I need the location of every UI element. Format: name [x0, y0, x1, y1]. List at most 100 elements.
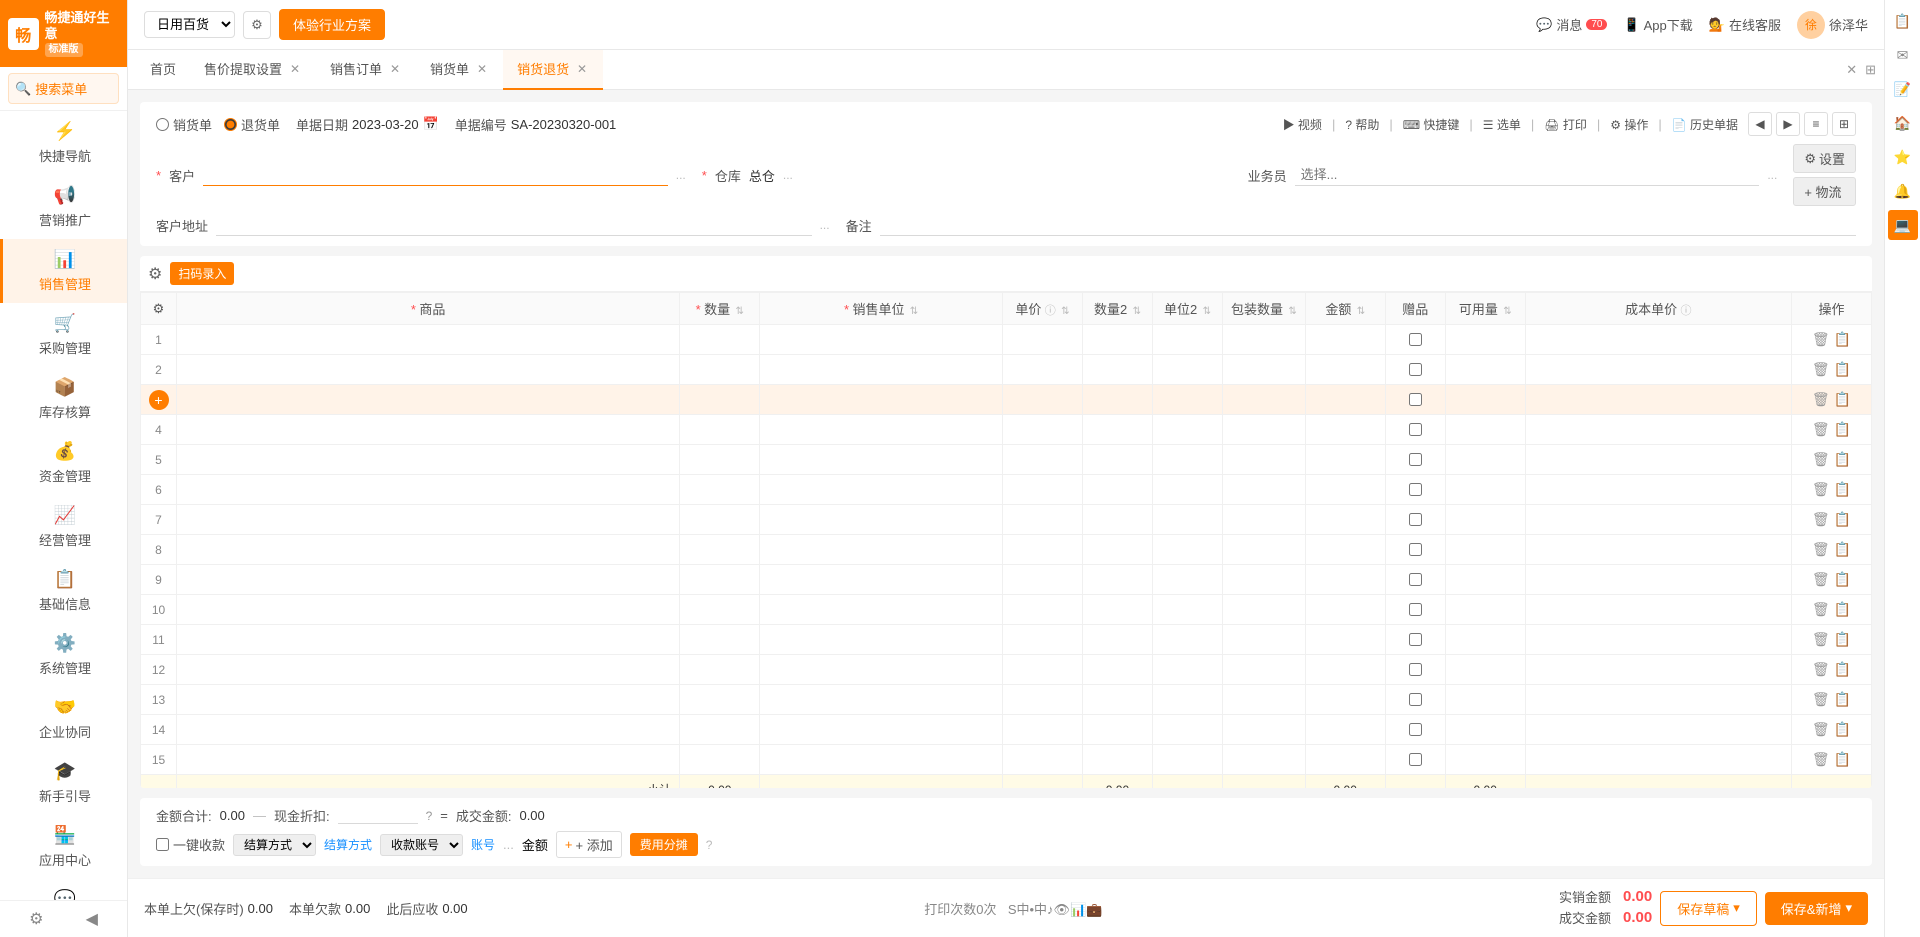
copy-icon-5[interactable]: 📋: [1834, 451, 1851, 468]
save-new-button[interactable]: 保存&新增 ▾: [1765, 892, 1868, 925]
table-view-btn[interactable]: ⊞: [1832, 112, 1856, 136]
onepay-checkbox[interactable]: 一键收款: [156, 835, 225, 854]
gift-checkbox-6[interactable]: [1409, 483, 1422, 496]
sidebar-item-finance[interactable]: 💰 资金管理: [0, 431, 127, 495]
trial-button[interactable]: 体验行业方案: [279, 9, 385, 40]
tab-price-settings[interactable]: 售价提取设置 ✕: [190, 50, 316, 90]
search-menu-button[interactable]: 🔍 搜索菜单: [8, 73, 119, 104]
copy-icon-7[interactable]: 📋: [1834, 511, 1851, 528]
scan-button[interactable]: 扫码录入: [170, 262, 234, 285]
shortcut-btn[interactable]: ⌨ 快捷键: [1397, 113, 1466, 136]
warehouse-dots[interactable]: ...: [783, 168, 793, 182]
add-button[interactable]: + + 添加: [556, 831, 622, 858]
discount-input[interactable]: [338, 808, 418, 824]
gift-checkbox-1[interactable]: [1409, 333, 1422, 346]
sidebar-item-shortcut[interactable]: ⚡ 快捷导航: [0, 111, 127, 175]
side-screen-icon[interactable]: 💻: [1888, 210, 1918, 240]
gift-checkbox-7[interactable]: [1409, 513, 1422, 526]
gift-checkbox-15[interactable]: [1409, 753, 1422, 766]
sidebar-item-weixin[interactable]: 💬 企业微信: [0, 879, 127, 900]
print-btn[interactable]: 🖨 打印: [1538, 113, 1593, 136]
sidebar-item-purchase[interactable]: 🛒 采购管理: [0, 303, 127, 367]
nav-prev-btn[interactable]: ◀: [1748, 112, 1772, 136]
sidebar-item-guide[interactable]: 🎓 新手引导: [0, 751, 127, 815]
customer-dots[interactable]: ...: [676, 168, 686, 182]
calc-method-select[interactable]: 结算方式: [233, 834, 316, 856]
tab-close-price-settings[interactable]: ✕: [288, 62, 302, 76]
account-dots[interactable]: ...: [503, 837, 514, 852]
side-edit-icon[interactable]: 📝: [1888, 74, 1918, 104]
side-star-icon[interactable]: ⭐: [1888, 142, 1918, 172]
gift-checkbox-11[interactable]: [1409, 633, 1422, 646]
operation-btn[interactable]: ⚙ 操作: [1604, 113, 1654, 136]
tab-home[interactable]: 首页: [136, 50, 190, 90]
nav-next-btn[interactable]: ▶: [1776, 112, 1800, 136]
copy-icon-15[interactable]: 📋: [1834, 751, 1851, 768]
history-doc-btn[interactable]: 📄 历史单据: [1666, 113, 1744, 136]
sidebar-item-basic[interactable]: 📋 基础信息: [0, 559, 127, 623]
help-formula-icon[interactable]: ?: [426, 809, 433, 823]
col-settings-icon[interactable]: ⚙: [153, 301, 165, 316]
topbar-settings-button[interactable]: ⚙: [243, 11, 271, 39]
fee-help-icon[interactable]: ?: [706, 838, 713, 852]
delete-icon-7[interactable]: 🗑: [1812, 511, 1830, 528]
remark-input[interactable]: [880, 214, 1856, 236]
sidebar-item-enterprise[interactable]: 🤝 企业协同: [0, 687, 127, 751]
delete-icon-3[interactable]: 🗑: [1812, 391, 1830, 408]
unit-price-info-icon[interactable]: ⓘ: [1045, 305, 1056, 317]
delete-icon-15[interactable]: 🗑: [1812, 751, 1830, 768]
gift-checkbox-14[interactable]: [1409, 723, 1422, 736]
delete-icon-13[interactable]: 🗑: [1812, 691, 1830, 708]
sales-invoice-radio[interactable]: 销货单: [156, 115, 212, 134]
copy-icon-4[interactable]: 📋: [1834, 421, 1851, 438]
help-btn[interactable]: ? 帮助: [1339, 113, 1385, 136]
gift-checkbox-4[interactable]: [1409, 423, 1422, 436]
sidebar-item-marketing[interactable]: 📢 营销推广: [0, 175, 127, 239]
delete-icon-6[interactable]: 🗑: [1812, 481, 1830, 498]
account-select[interactable]: 收款账号: [380, 834, 463, 856]
copy-icon-11[interactable]: 📋: [1834, 631, 1851, 648]
grid-view-btn[interactable]: ≡: [1804, 112, 1828, 136]
cost-price-info-icon[interactable]: ⓘ: [1681, 305, 1692, 317]
app-download-item[interactable]: 📱 App下载: [1623, 15, 1692, 34]
gift-checkbox-3[interactable]: [1409, 393, 1422, 406]
copy-icon-1[interactable]: 📋: [1834, 331, 1851, 348]
gift-checkbox-13[interactable]: [1409, 693, 1422, 706]
sidebar-item-sales[interactable]: 📊 销售管理: [0, 239, 127, 303]
copy-icon-6[interactable]: 📋: [1834, 481, 1851, 498]
gift-checkbox-12[interactable]: [1409, 663, 1422, 676]
settings-bottom-icon[interactable]: ⚙: [29, 909, 43, 929]
staff-dots[interactable]: ...: [1767, 168, 1777, 182]
product-input-3[interactable]: [183, 392, 673, 407]
video-btn[interactable]: ▶ 视频: [1277, 113, 1328, 136]
delete-icon-4[interactable]: 🗑: [1812, 421, 1830, 438]
customer-input[interactable]: [203, 164, 668, 186]
tab-close-sales-order[interactable]: ✕: [388, 62, 402, 76]
delete-icon-12[interactable]: 🗑: [1812, 661, 1830, 678]
gift-checkbox-8[interactable]: [1409, 543, 1422, 556]
collapse-icon[interactable]: ◀: [86, 909, 98, 929]
delete-icon-11[interactable]: 🗑: [1812, 631, 1830, 648]
copy-icon-10[interactable]: 📋: [1834, 601, 1851, 618]
fee-split-button[interactable]: 费用分摊: [630, 833, 698, 856]
expand-tab-icon[interactable]: ⊞: [1865, 62, 1876, 78]
tab-close-sales-return[interactable]: ✕: [575, 62, 589, 76]
copy-icon-14[interactable]: 📋: [1834, 721, 1851, 738]
sidebar-item-operation[interactable]: 📈 经营管理: [0, 495, 127, 559]
save-draft-button[interactable]: 保存草稿 ▾: [1660, 891, 1757, 926]
delete-icon-5[interactable]: 🗑: [1812, 451, 1830, 468]
staff-input[interactable]: [1295, 164, 1760, 186]
gift-checkbox-9[interactable]: [1409, 573, 1422, 586]
gift-checkbox-5[interactable]: [1409, 453, 1422, 466]
sidebar-item-system[interactable]: ⚙️ 系统管理: [0, 623, 127, 687]
side-mail-icon[interactable]: ✉: [1888, 40, 1918, 70]
delete-icon-10[interactable]: 🗑: [1812, 601, 1830, 618]
address-dots[interactable]: ...: [820, 218, 830, 232]
copy-icon-13[interactable]: 📋: [1834, 691, 1851, 708]
copy-icon-2[interactable]: 📋: [1834, 361, 1851, 378]
account-method-link[interactable]: 结算方式: [324, 836, 372, 853]
select-doc-btn[interactable]: ☰ 选单: [1477, 113, 1527, 136]
close-tab-icon[interactable]: ✕: [1846, 62, 1857, 78]
calendar-icon[interactable]: 📅: [423, 116, 439, 132]
account-no-link[interactable]: 账号: [471, 836, 495, 853]
